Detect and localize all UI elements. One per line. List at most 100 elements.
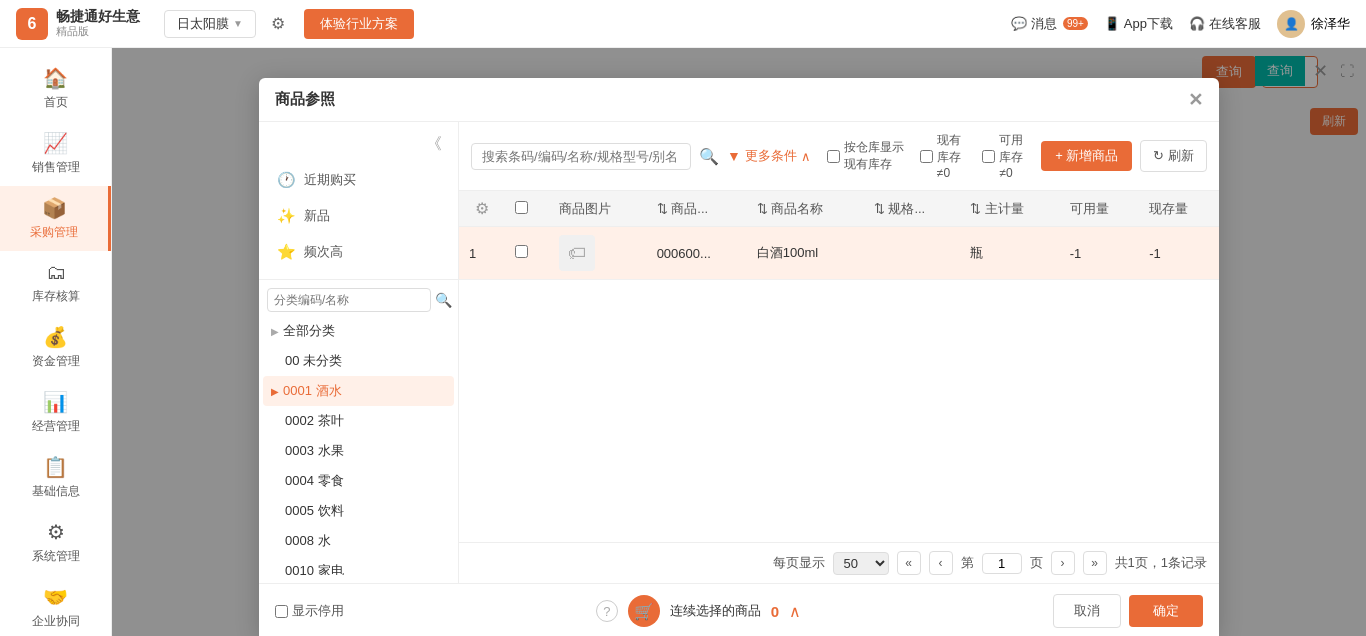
checkbox-warehouse[interactable]: 按仓库显示现有库存 bbox=[827, 139, 908, 173]
main-search-input[interactable] bbox=[471, 143, 691, 170]
prev-page-btn[interactable]: ‹ bbox=[929, 551, 953, 575]
nav-selector-arrow: ▼ bbox=[233, 18, 243, 29]
checkbox-available-nonzero-input[interactable] bbox=[982, 150, 995, 163]
operations-icon: 📊 bbox=[43, 390, 68, 414]
avatar: 👤 bbox=[1277, 10, 1305, 38]
sidebar-item-basic-info[interactable]: 📋 基础信息 bbox=[0, 445, 111, 510]
sort-icon-name[interactable]: ⇅ bbox=[757, 201, 768, 216]
table-row[interactable]: 1 🏷 000600... 白酒100ml 瓶 bbox=[459, 227, 1219, 280]
td-name: 白酒100ml bbox=[747, 227, 864, 280]
cancel-btn[interactable]: 取消 bbox=[1053, 594, 1121, 628]
category-0008-label: 0008 水 bbox=[271, 532, 331, 550]
next-page-btn[interactable]: › bbox=[1051, 551, 1075, 575]
left-nav-frequent-label: 频次高 bbox=[304, 243, 343, 261]
select-all-checkbox[interactable] bbox=[515, 201, 528, 214]
sidebar-label-sales: 销售管理 bbox=[32, 159, 80, 176]
category-0005[interactable]: 0005 饮料 bbox=[263, 496, 454, 526]
collapse-left-btn[interactable]: 《 bbox=[418, 130, 450, 159]
category-all[interactable]: ▶ 全部分类 bbox=[263, 316, 454, 346]
sidebar: 🏠 首页 📈 销售管理 📦 采购管理 🗂 库存核算 💰 资金管理 📊 经营管理 … bbox=[0, 48, 112, 636]
right-panel: 🔍 ▼ 更多条件 ∧ 按仓库显示现有库存 bbox=[459, 122, 1219, 583]
avatar-area[interactable]: 👤 徐泽华 bbox=[1277, 10, 1350, 38]
left-nav-new[interactable]: ✨ 新品 bbox=[267, 201, 450, 231]
per-page-select[interactable]: 50 20 100 bbox=[833, 552, 889, 575]
sidebar-item-sales[interactable]: 📈 销售管理 bbox=[0, 121, 111, 186]
username-label: 徐泽华 bbox=[1311, 15, 1350, 33]
category-0004-label: 0004 零食 bbox=[271, 472, 344, 490]
main-search-icon[interactable]: 🔍 bbox=[699, 147, 719, 166]
td-code: 000600... bbox=[647, 227, 747, 280]
sidebar-label-finance: 资金管理 bbox=[32, 353, 80, 370]
category-search-input[interactable] bbox=[267, 288, 431, 312]
category-0002[interactable]: 0002 茶叶 bbox=[263, 406, 454, 436]
checkbox-stock-nonzero[interactable]: 现有库存≠0 bbox=[920, 132, 971, 180]
category-all-label: 全部分类 bbox=[283, 322, 335, 340]
checkbox-stock-nonzero-input[interactable] bbox=[920, 150, 933, 163]
cart-btn[interactable]: 🛒 bbox=[628, 595, 660, 627]
last-page-btn[interactable]: » bbox=[1083, 551, 1107, 575]
add-product-btn[interactable]: + 新增商品 bbox=[1041, 141, 1132, 171]
sort-icon-code[interactable]: ⇅ bbox=[657, 201, 668, 216]
sidebar-label-operations: 经营管理 bbox=[32, 418, 80, 435]
td-checkbox[interactable] bbox=[505, 227, 550, 280]
show-disabled-label[interactable]: 显示停用 bbox=[275, 602, 344, 620]
sidebar-item-inventory[interactable]: 🗂 库存核算 bbox=[0, 251, 111, 315]
checkbox-available-nonzero[interactable]: 可用库存≠0 bbox=[982, 132, 1033, 180]
th-settings[interactable]: ⚙ bbox=[459, 191, 505, 227]
category-search-icon[interactable]: 🔍 bbox=[435, 292, 452, 308]
product-image: 🏷 bbox=[559, 235, 595, 271]
sidebar-item-purchase[interactable]: 📦 采购管理 bbox=[0, 186, 111, 251]
sidebar-item-enterprise[interactable]: 🤝 企业协同 bbox=[0, 575, 111, 636]
refresh-btn[interactable]: ↻ 刷新 bbox=[1140, 140, 1207, 172]
sidebar-item-finance[interactable]: 💰 资金管理 bbox=[0, 315, 111, 380]
th-stock: 现存量 bbox=[1139, 191, 1219, 227]
sidebar-item-home[interactable]: 🏠 首页 bbox=[0, 56, 111, 121]
page-input[interactable] bbox=[982, 553, 1022, 574]
gear-icon[interactable]: ⚙ bbox=[264, 10, 292, 38]
page-label: 第 bbox=[961, 554, 974, 572]
td-stock: -1 bbox=[1139, 227, 1219, 280]
message-badge: 99+ bbox=[1063, 17, 1088, 30]
category-0008[interactable]: 0008 水 bbox=[263, 526, 454, 556]
purchase-icon: 📦 bbox=[42, 196, 67, 220]
checkbox-warehouse-input[interactable] bbox=[827, 150, 840, 163]
category-0010[interactable]: 0010 家电 bbox=[263, 556, 454, 575]
confirm-btn[interactable]: 确定 bbox=[1129, 595, 1203, 627]
modal-close-btn[interactable]: ✕ bbox=[1188, 91, 1203, 109]
category-0001[interactable]: ▶ 0001 酒水 bbox=[263, 376, 454, 406]
message-item[interactable]: 💬 消息 99+ bbox=[1011, 15, 1088, 33]
table-area: ⚙ 商品图片 ⇅ 商品... bbox=[459, 191, 1219, 542]
left-nav-recent[interactable]: 🕐 近期购买 bbox=[267, 165, 450, 195]
home-icon: 🏠 bbox=[43, 66, 68, 90]
category-0004[interactable]: 0004 零食 bbox=[263, 466, 454, 496]
experience-btn[interactable]: 体验行业方案 bbox=[304, 9, 414, 39]
online-service-item[interactable]: 🎧 在线客服 bbox=[1189, 15, 1261, 33]
sidebar-label-inventory: 库存核算 bbox=[32, 288, 80, 305]
row-checkbox[interactable] bbox=[515, 245, 528, 258]
first-page-btn[interactable]: « bbox=[897, 551, 921, 575]
category-00[interactable]: 00 未分类 bbox=[263, 346, 454, 376]
filter-btn[interactable]: ▼ 更多条件 ∧ bbox=[727, 147, 811, 165]
sort-icon-unit[interactable]: ⇅ bbox=[970, 201, 981, 216]
help-icon[interactable]: ? bbox=[596, 600, 618, 622]
left-nav-frequent[interactable]: ⭐ 频次高 bbox=[267, 237, 450, 267]
category-0010-label: 0010 家电 bbox=[271, 562, 344, 575]
nav-selector-label: 日太阳膜 bbox=[177, 15, 229, 33]
app-download-item[interactable]: 📱 App下载 bbox=[1104, 15, 1173, 33]
category-search-row: 🔍 bbox=[259, 284, 458, 316]
category-0003[interactable]: 0003 水果 bbox=[263, 436, 454, 466]
finance-icon: 💰 bbox=[43, 325, 68, 349]
sidebar-item-system[interactable]: ⚙ 系统管理 bbox=[0, 510, 111, 575]
nav-selector[interactable]: 日太阳膜 ▼ bbox=[164, 10, 256, 38]
footer-center: ? 🛒 连续选择的商品 0 ∧ bbox=[344, 595, 1053, 627]
sidebar-item-operations[interactable]: 📊 经营管理 bbox=[0, 380, 111, 445]
sort-icon-spec[interactable]: ⇅ bbox=[874, 201, 885, 216]
footer-collapse-btn[interactable]: ∧ bbox=[789, 602, 801, 621]
td-unit: 瓶 bbox=[960, 227, 1059, 280]
modal-overlay: 商品参照 ✕ 《 🕐 近期购买 bbox=[112, 48, 1366, 636]
show-disabled-checkbox[interactable] bbox=[275, 605, 288, 618]
th-img: 商品图片 bbox=[549, 191, 646, 227]
left-panel-top: 《 🕐 近期购买 ✨ 新品 ⭐ bbox=[259, 130, 458, 275]
inventory-icon: 🗂 bbox=[46, 261, 66, 284]
basic-info-icon: 📋 bbox=[43, 455, 68, 479]
